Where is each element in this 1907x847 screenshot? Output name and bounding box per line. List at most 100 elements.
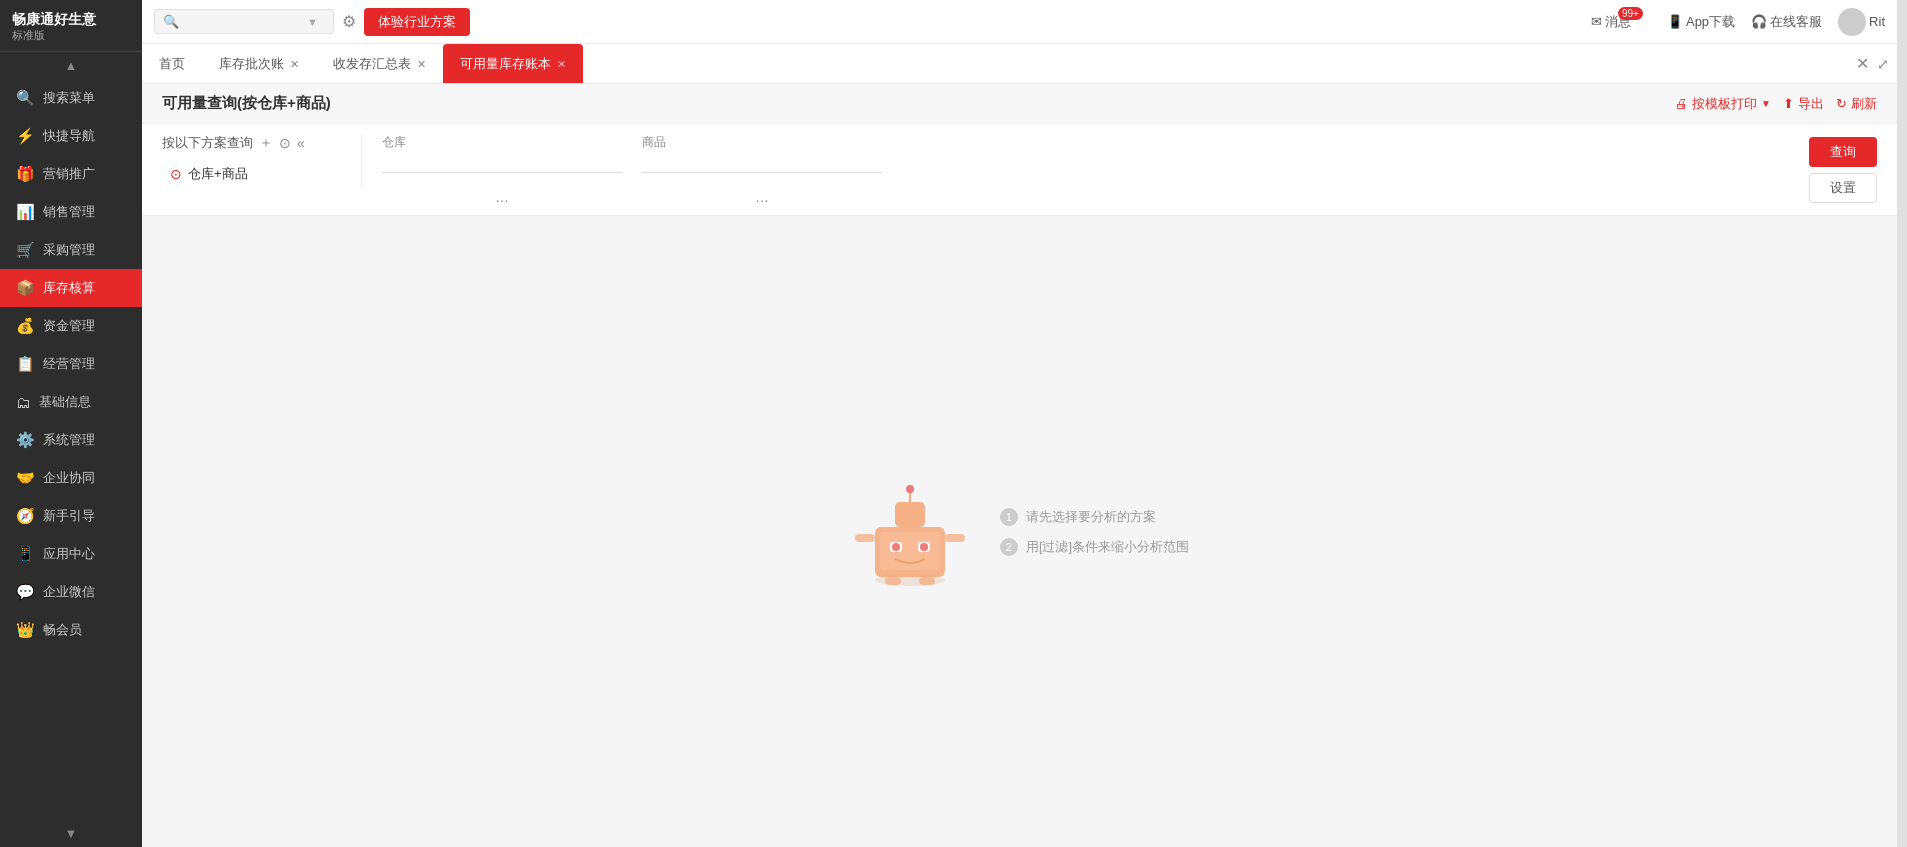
scheme-header: 按以下方案查询 ＋ ⊙ « xyxy=(162,134,351,152)
svg-rect-12 xyxy=(885,577,901,585)
step-1-label: 请先选择要分析的方案 xyxy=(1026,508,1156,526)
home-tab-label: 首页 xyxy=(159,55,185,73)
add-scheme-icon[interactable]: ＋ xyxy=(259,134,273,152)
app-download-label: App下载 xyxy=(1686,13,1735,31)
filter-area: 按以下方案查询 ＋ ⊙ « ⊙ 仓库+商品 仓库 … 商品 … 查询 xyxy=(142,124,1897,216)
sidebar-item-sales[interactable]: 📊 销售管理 xyxy=(0,193,142,231)
scroll-down[interactable]: ▼ xyxy=(0,820,142,847)
quick-nav-icon: ⚡ xyxy=(16,127,35,145)
phone-icon: 📱 xyxy=(1667,14,1683,29)
app-version: 标准版 xyxy=(12,28,130,43)
export-btn[interactable]: ⬆ 导出 xyxy=(1783,95,1824,113)
sidebar-item-wechat[interactable]: 💬 企业微信 xyxy=(0,573,142,611)
available-stock-tab-label: 可用量库存账本 xyxy=(460,55,551,73)
goods-more-icon[interactable]: … xyxy=(755,189,769,205)
tabbar-expand-button[interactable]: ⤢ xyxy=(1877,56,1889,72)
sidebar-item-operation[interactable]: 📋 经营管理 xyxy=(0,345,142,383)
page-header-actions: 🖨 按模板打印 ▼ ⬆ 导出 ↻ 刷新 xyxy=(1675,95,1877,113)
sidebar-item-label: 应用中心 xyxy=(43,545,95,563)
member-icon: 👑 xyxy=(16,621,35,639)
sidebar-item-label: 企业协同 xyxy=(43,469,95,487)
warehouse-more-icon[interactable]: … xyxy=(495,189,509,205)
sidebar-item-finance[interactable]: 💰 资金管理 xyxy=(0,307,142,345)
message-badge: 99+ xyxy=(1618,7,1643,20)
page-title: 可用量查询(按仓库+商品) xyxy=(162,94,331,113)
filter-fields: 仓库 … 商品 … 查询 设置 xyxy=(362,134,1877,205)
warehouse-field: 仓库 … xyxy=(382,134,622,205)
sidebar-item-inventory[interactable]: 📦 库存核算 xyxy=(0,269,142,307)
print-btn[interactable]: 🖨 按模板打印 ▼ xyxy=(1675,95,1771,113)
scheme-label: 按以下方案查询 xyxy=(162,134,253,152)
app-download-link[interactable]: 📱 App下载 xyxy=(1667,13,1735,31)
goods-input[interactable] xyxy=(642,153,882,173)
sidebar-item-purchase[interactable]: 🛒 采购管理 xyxy=(0,231,142,269)
sidebar-item-label: 系统管理 xyxy=(43,431,95,449)
finance-icon: 💰 xyxy=(16,317,35,335)
dropdown-icon[interactable]: ▼ xyxy=(307,16,318,28)
newbie-icon: 🧭 xyxy=(16,507,35,525)
empty-illustration xyxy=(850,472,970,592)
sidebar-item-member[interactable]: 👑 畅会员 xyxy=(0,611,142,649)
svg-point-9 xyxy=(906,485,914,493)
settings-scheme-icon[interactable]: ⊙ xyxy=(279,135,291,151)
message-icon: ✉ xyxy=(1591,14,1602,29)
gear-icon[interactable]: ⚙ xyxy=(342,12,356,31)
close-icon[interactable]: ✕ xyxy=(290,58,299,71)
scheme-panel: 按以下方案查询 ＋ ⊙ « ⊙ 仓库+商品 xyxy=(162,134,362,188)
user-info[interactable]: Rit xyxy=(1838,8,1885,36)
scroll-up[interactable]: ▲ xyxy=(0,52,142,79)
avatar xyxy=(1838,8,1866,36)
collapse-scheme-icon[interactable]: « xyxy=(297,135,305,151)
close-icon[interactable]: ✕ xyxy=(417,58,426,71)
sidebar-item-label: 采购管理 xyxy=(43,241,95,259)
empty-text: 1 请先选择要分析的方案 2 用[过滤]条件来缩小分析范围 xyxy=(1000,508,1189,556)
scheme-item-icon: ⊙ xyxy=(170,166,182,182)
sidebar-item-base[interactable]: 🗂 基础信息 xyxy=(0,383,142,421)
right-scrollbar[interactable] xyxy=(1897,0,1907,847)
refresh-btn[interactable]: ↻ 刷新 xyxy=(1836,95,1877,113)
industry-btn[interactable]: 体验行业方案 xyxy=(364,8,470,36)
query-button[interactable]: 查询 xyxy=(1809,137,1877,167)
tab-available-stock[interactable]: 可用量库存账本 ✕ xyxy=(443,44,583,83)
svg-point-5 xyxy=(892,543,900,551)
tab-batch-account[interactable]: 库存批次账 ✕ xyxy=(202,44,316,83)
scheme-item-warehouse-goods[interactable]: ⊙ 仓库+商品 xyxy=(162,160,351,188)
sidebar-item-label: 快捷导航 xyxy=(43,127,95,145)
online-service-link[interactable]: 🎧 在线客服 xyxy=(1751,13,1822,31)
settings-button[interactable]: 设置 xyxy=(1809,173,1877,203)
tabbar: 首页 库存批次账 ✕ 收发存汇总表 ✕ 可用量库存账本 ✕ ✕ ⤢ xyxy=(142,44,1897,84)
sidebar-item-corp[interactable]: 🤝 企业协同 xyxy=(0,459,142,497)
tabbar-close-button[interactable]: ✕ xyxy=(1856,54,1869,73)
username: Rit xyxy=(1869,14,1885,29)
empty-step-2: 2 用[过滤]条件来缩小分析范围 xyxy=(1000,538,1189,556)
sidebar-item-newbie[interactable]: 🧭 新手引导 xyxy=(0,497,142,535)
tab-home[interactable]: 首页 xyxy=(142,44,202,83)
print-icon: 🖨 xyxy=(1675,96,1688,111)
tab-collect-summary[interactable]: 收发存汇总表 ✕ xyxy=(316,44,443,83)
sales-icon: 📊 xyxy=(16,203,35,221)
message-link[interactable]: ✉ 消息 99+ xyxy=(1591,13,1631,31)
corp-icon: 🤝 xyxy=(16,469,35,487)
svg-rect-10 xyxy=(855,534,875,542)
sidebar-item-label: 资金管理 xyxy=(43,317,95,335)
sidebar-item-search[interactable]: 🔍 搜索菜单 xyxy=(0,79,142,117)
svg-rect-2 xyxy=(880,532,940,570)
sidebar-item-label: 企业微信 xyxy=(43,583,95,601)
sidebar-item-system[interactable]: ⚙️ 系统管理 xyxy=(0,421,142,459)
sidebar-item-label: 基础信息 xyxy=(39,393,91,411)
purchase-icon: 🛒 xyxy=(16,241,35,259)
logo-area: 畅康通好生意 标准版 xyxy=(0,0,142,52)
sidebar-item-label: 库存核算 xyxy=(43,279,95,297)
inventory-icon: 📦 xyxy=(16,279,35,297)
sidebar-item-quick-nav[interactable]: ⚡ 快捷导航 xyxy=(0,117,142,155)
empty-step-1: 1 请先选择要分析的方案 xyxy=(1000,508,1189,526)
wechat-icon: 💬 xyxy=(16,583,35,601)
topbar-right: ✉ 消息 99+ 📱 App下载 🎧 在线客服 Rit xyxy=(1591,8,1885,36)
sidebar-item-app[interactable]: 📱 应用中心 xyxy=(0,535,142,573)
warehouse-input[interactable] xyxy=(382,153,622,173)
sidebar-item-marketing[interactable]: 🎁 营销推广 xyxy=(0,155,142,193)
close-icon[interactable]: ✕ xyxy=(557,58,566,71)
search-input[interactable] xyxy=(183,15,303,29)
svg-rect-13 xyxy=(919,577,935,585)
filter-actions: 查询 设置 xyxy=(1809,137,1877,203)
